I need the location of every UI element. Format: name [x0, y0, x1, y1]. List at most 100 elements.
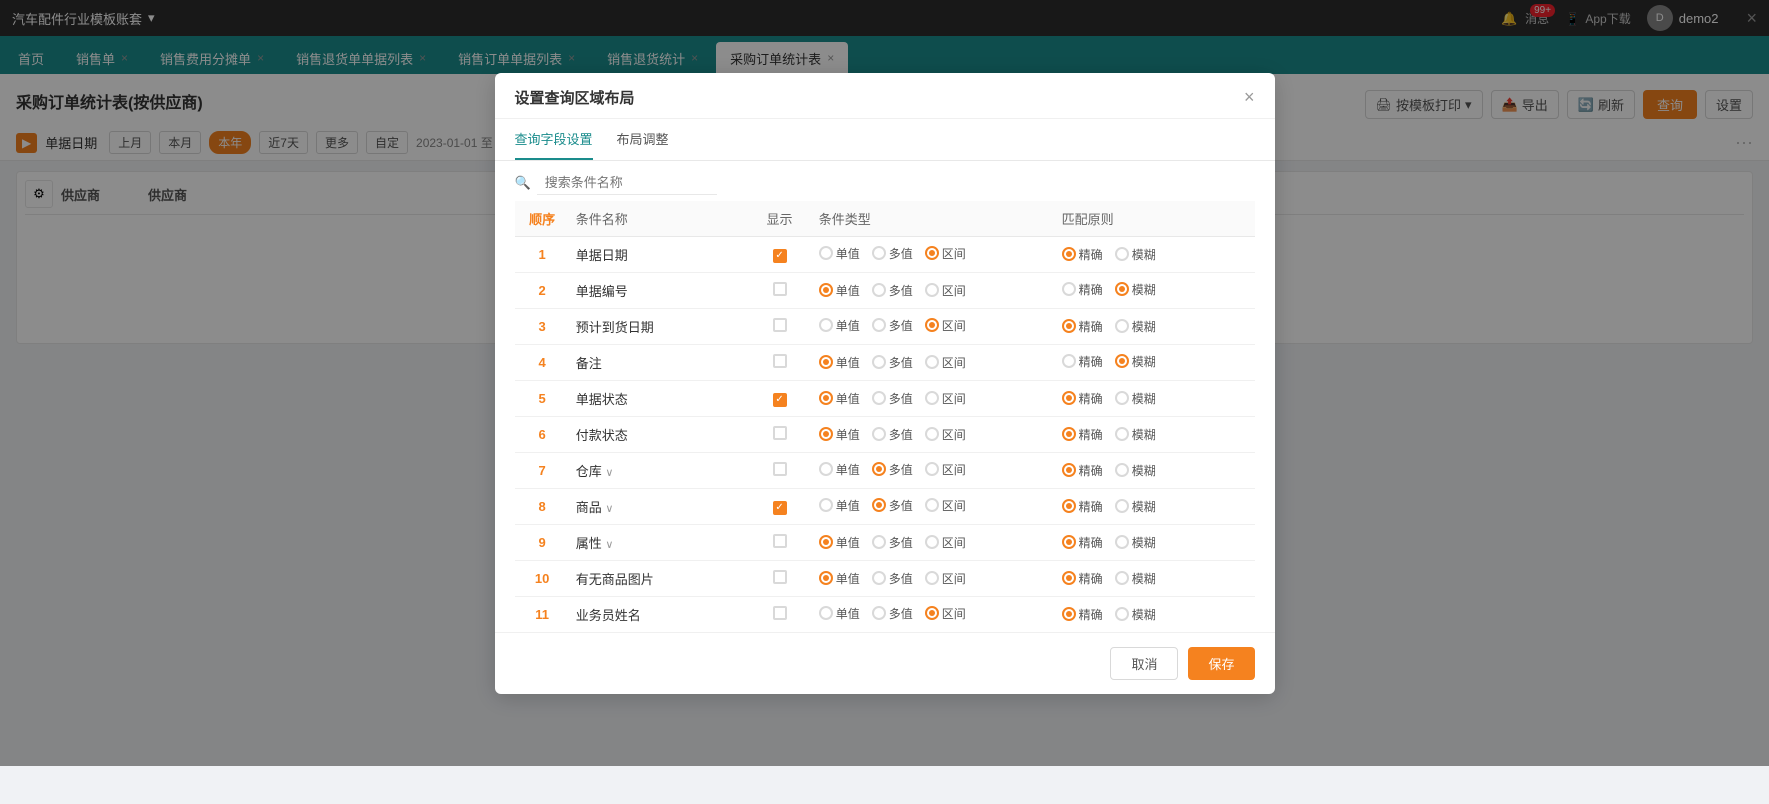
match-option-模糊-2[interactable]: 模糊	[1115, 318, 1156, 335]
match-option-精确-5[interactable]: 精确	[1062, 426, 1103, 443]
type-option-单值-3[interactable]: 单值	[819, 354, 860, 371]
type-option-多值-4[interactable]: 多值	[872, 390, 913, 407]
condition-name-label: 仓库	[576, 464, 602, 479]
match-radio-dot-8	[1062, 535, 1076, 549]
type-option-区间-9[interactable]: 区间	[925, 570, 966, 587]
match-radio-dot-0	[1062, 247, 1076, 261]
save-button[interactable]: 保存	[1188, 647, 1254, 680]
display-checkbox-9[interactable]	[773, 570, 787, 584]
type-option-多值-6[interactable]: 多值	[872, 461, 913, 478]
cell-type-4: 单值多值区间	[813, 380, 1056, 416]
type-option-区间-8[interactable]: 区间	[925, 534, 966, 551]
type-option-区间-2[interactable]: 区间	[925, 317, 966, 334]
dialog-close-button[interactable]: ×	[1244, 87, 1255, 108]
type-option-单值-4[interactable]: 单值	[819, 390, 860, 407]
cell-order-3: 4	[515, 344, 570, 380]
type-option-单值-6[interactable]: 单值	[819, 461, 860, 478]
type-radio-dot-1	[872, 283, 886, 297]
condition-search-input[interactable]	[537, 171, 717, 195]
type-option-多值-8[interactable]: 多值	[872, 534, 913, 551]
type-option-区间-6[interactable]: 区间	[925, 461, 966, 478]
type-option-单值-0[interactable]: 单值	[819, 245, 860, 262]
type-radio-dot-4	[819, 391, 833, 405]
type-option-单值-7[interactable]: 单值	[819, 497, 860, 514]
match-option-精确-4[interactable]: 精确	[1062, 390, 1103, 407]
match-option-模糊-9[interactable]: 模糊	[1115, 570, 1156, 587]
type-option-区间-1[interactable]: 区间	[925, 282, 966, 299]
dialog-tabs: 查询字段设置 布局调整	[495, 119, 1275, 161]
cell-name-8: 属性 ∨	[570, 524, 747, 560]
type-option-区间-0[interactable]: 区间	[925, 245, 966, 262]
match-option-模糊-0[interactable]: 模糊	[1115, 246, 1156, 263]
type-radio-dot-6	[925, 462, 939, 476]
type-option-区间-4[interactable]: 区间	[925, 390, 966, 407]
type-option-多值-5[interactable]: 多值	[872, 426, 913, 443]
match-radio-dot-9	[1062, 571, 1076, 585]
type-radio-dot-9	[872, 571, 886, 585]
match-option-精确-8[interactable]: 精确	[1062, 534, 1103, 551]
cell-type-10: 单值多值区间	[813, 596, 1056, 632]
match-option-精确-10[interactable]: 精确	[1062, 606, 1103, 623]
type-option-单值-10[interactable]: 单值	[819, 605, 860, 622]
match-option-精确-1[interactable]: 精确	[1062, 281, 1103, 298]
type-option-多值-10[interactable]: 多值	[872, 605, 913, 622]
table-row: 9属性 ∨ 单值多值区间 精确模糊	[515, 524, 1255, 560]
match-option-精确-3[interactable]: 精确	[1062, 353, 1103, 370]
expand-icon[interactable]: ∨	[605, 539, 613, 551]
type-option-单值-5[interactable]: 单值	[819, 426, 860, 443]
type-option-多值-0[interactable]: 多值	[872, 245, 913, 262]
type-option-区间-7[interactable]: 区间	[925, 497, 966, 514]
type-radio-dot-7	[819, 498, 833, 512]
expand-icon[interactable]: ∨	[605, 503, 613, 515]
display-checkbox-7[interactable]	[773, 501, 787, 515]
type-option-单值-2[interactable]: 单值	[819, 317, 860, 334]
type-option-多值-1[interactable]: 多值	[872, 282, 913, 299]
type-option-多值-3[interactable]: 多值	[872, 354, 913, 371]
type-option-单值-8[interactable]: 单值	[819, 534, 860, 551]
match-option-模糊-4[interactable]: 模糊	[1115, 390, 1156, 407]
display-checkbox-1[interactable]	[773, 282, 787, 296]
type-option-多值-9[interactable]: 多值	[872, 570, 913, 587]
type-option-多值-2[interactable]: 多值	[872, 317, 913, 334]
display-checkbox-8[interactable]	[773, 534, 787, 548]
match-option-模糊-8[interactable]: 模糊	[1115, 534, 1156, 551]
match-option-模糊-3[interactable]: 模糊	[1115, 353, 1156, 370]
type-option-区间-3[interactable]: 区间	[925, 354, 966, 371]
type-radio-dot-10	[872, 606, 886, 620]
config-table: 顺序 条件名称 显示 条件类型 匹配原则 1单据日期单值多值区间精确模糊2单据编…	[495, 201, 1275, 632]
type-option-多值-7[interactable]: 多值	[872, 497, 913, 514]
match-option-模糊-1[interactable]: 模糊	[1115, 281, 1156, 298]
match-option-精确-7[interactable]: 精确	[1062, 498, 1103, 515]
table-row: 10有无商品图片单值多值区间精确模糊	[515, 560, 1255, 596]
cell-display-5	[746, 416, 812, 452]
tab-layout-adjust[interactable]: 布局调整	[617, 119, 669, 160]
cell-type-6: 单值多值区间	[813, 452, 1056, 488]
cell-order-8: 9	[515, 524, 570, 560]
match-option-模糊-7[interactable]: 模糊	[1115, 498, 1156, 515]
display-checkbox-10[interactable]	[773, 606, 787, 620]
display-checkbox-3[interactable]	[773, 354, 787, 368]
type-option-单值-9[interactable]: 单值	[819, 570, 860, 587]
match-option-精确-6[interactable]: 精确	[1062, 462, 1103, 479]
cell-name-9: 有无商品图片	[570, 560, 747, 596]
display-checkbox-0[interactable]	[773, 249, 787, 263]
match-option-模糊-5[interactable]: 模糊	[1115, 426, 1156, 443]
cell-display-0	[746, 236, 812, 272]
modal-overlay: 设置查询区域布局 × 查询字段设置 布局调整 🔍 顺序 条件名称	[0, 0, 1769, 766]
match-option-精确-0[interactable]: 精确	[1062, 246, 1103, 263]
tab-query-settings[interactable]: 查询字段设置	[515, 119, 593, 160]
type-option-区间-10[interactable]: 区间	[925, 605, 966, 622]
match-option-模糊-6[interactable]: 模糊	[1115, 462, 1156, 479]
expand-icon[interactable]: ∨	[605, 467, 613, 479]
type-option-区间-5[interactable]: 区间	[925, 426, 966, 443]
cancel-button[interactable]: 取消	[1110, 647, 1178, 680]
match-radio-dot-10	[1062, 607, 1076, 621]
type-option-单值-1[interactable]: 单值	[819, 282, 860, 299]
match-option-精确-9[interactable]: 精确	[1062, 570, 1103, 587]
display-checkbox-5[interactable]	[773, 426, 787, 440]
display-checkbox-6[interactable]	[773, 462, 787, 476]
match-option-模糊-10[interactable]: 模糊	[1115, 606, 1156, 623]
display-checkbox-2[interactable]	[773, 318, 787, 332]
display-checkbox-4[interactable]	[773, 393, 787, 407]
match-option-精确-2[interactable]: 精确	[1062, 318, 1103, 335]
